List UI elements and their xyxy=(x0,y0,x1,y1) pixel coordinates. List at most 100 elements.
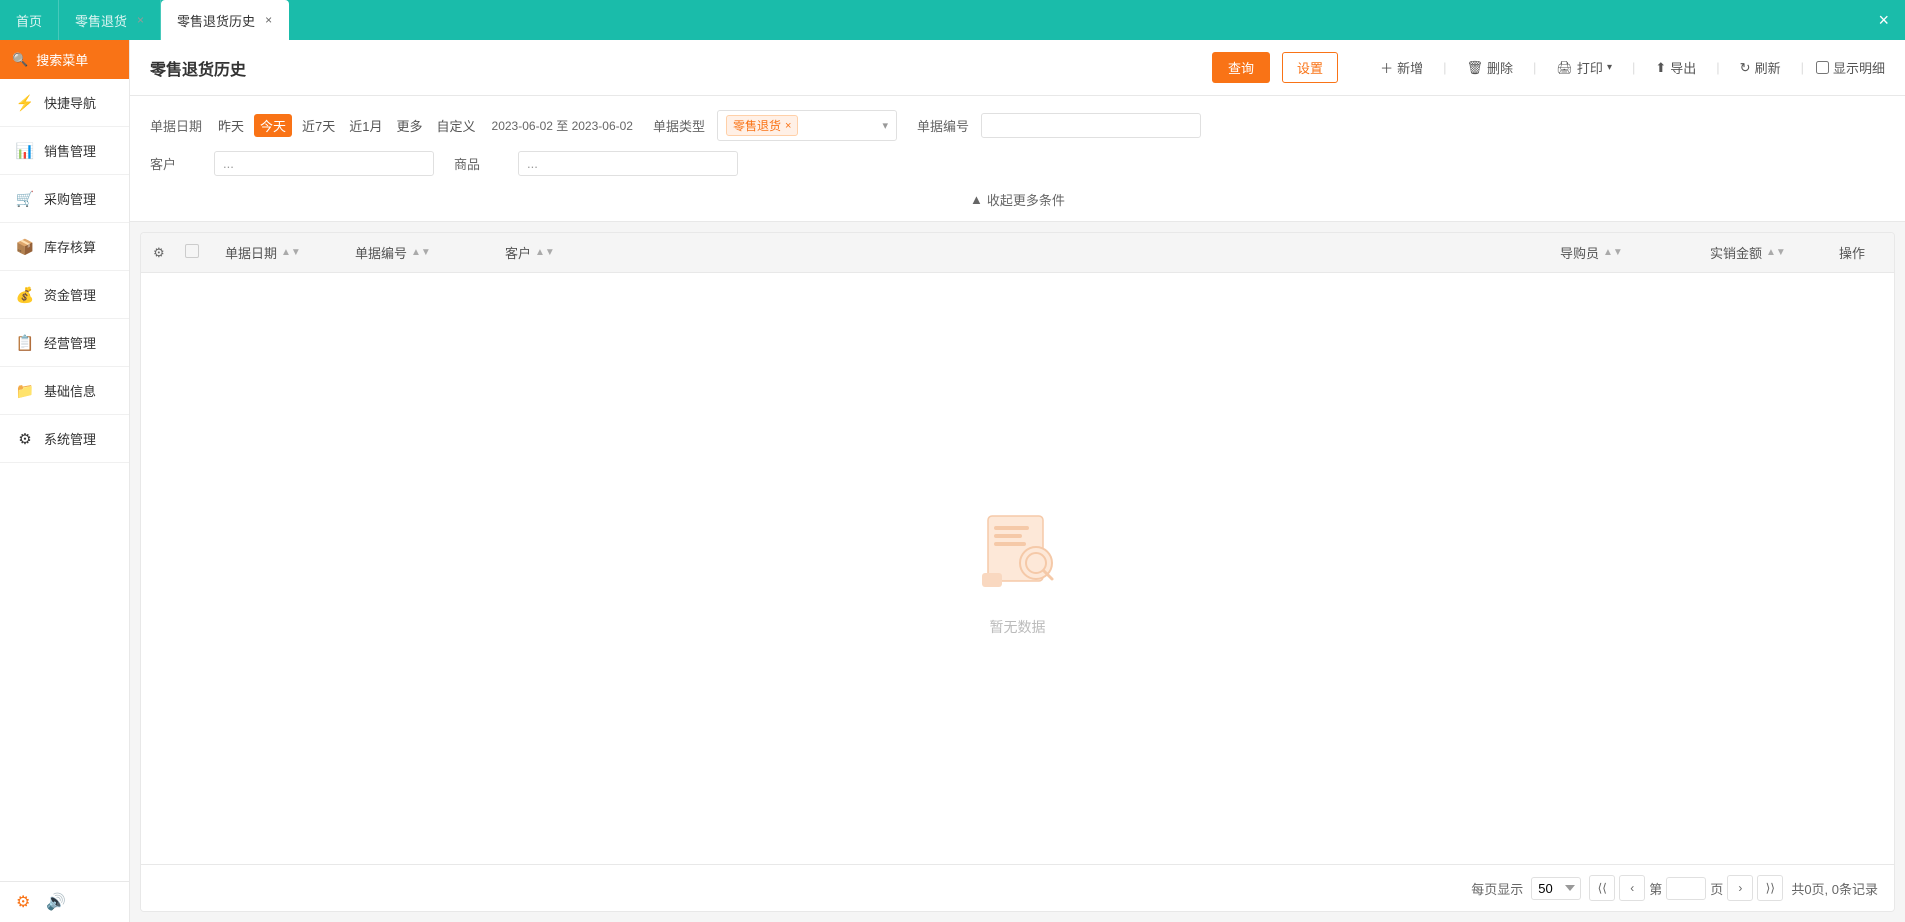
sidebar-item-quick-nav-label: 快捷导航 xyxy=(44,93,96,112)
tab-retail-return-history[interactable]: 零售退货历史 × xyxy=(161,0,289,40)
divider2: | xyxy=(1533,60,1536,75)
sidebar-item-capital-label: 资金管理 xyxy=(44,285,96,304)
inventory-calc-icon: 📦 xyxy=(16,238,34,256)
date-opt-today[interactable]: 今天 xyxy=(254,114,292,137)
sidebar-item-capital-mgmt[interactable]: 💰 资金管理 xyxy=(0,271,129,319)
export-label: 导出 xyxy=(1670,58,1696,77)
th-amount[interactable]: 实销金额 ▲▼ xyxy=(1702,243,1822,262)
sidebar-item-sys-mgmt[interactable]: ⚙ 系统管理 xyxy=(0,415,129,463)
export-button[interactable]: ⬆ 导出 xyxy=(1647,54,1704,81)
sidebar-item-purchase-mgmt[interactable]: 🛒 采购管理 xyxy=(0,175,129,223)
tab-home[interactable]: 首页 xyxy=(0,0,59,40)
collapse-up-icon: ▲ xyxy=(970,192,983,207)
sidebar-search[interactable]: 🔍 搜索菜单 xyxy=(0,40,129,79)
goods-placeholder: ... xyxy=(527,156,538,171)
purchase-mgmt-icon: 🛒 xyxy=(16,190,34,208)
print-button[interactable]: 🖨 打印 ▾ xyxy=(1548,54,1620,81)
th-customer-sort-icon: ▲▼ xyxy=(535,248,555,258)
page-nav: ⟨⟨ ‹ 第 1 页 › ⟩⟩ xyxy=(1589,875,1783,901)
first-page-button[interactable]: ⟨⟨ xyxy=(1589,875,1615,901)
page-actions: 查询 设置 ＋ 新增 | 🗑 删除 | 🖨 打印 ▾ | xyxy=(1212,52,1885,83)
date-opt-custom[interactable]: 自定义 xyxy=(433,114,480,137)
tab-retail-return-close[interactable]: × xyxy=(137,13,144,27)
th-ops-label: 操作 xyxy=(1839,246,1865,261)
sidebar: 🔍 搜索菜单 ⚡ 快捷导航 📊 销售管理 🛒 采购管理 📦 库存核算 💰 资金管… xyxy=(0,40,130,922)
th-amount-sort-icon: ▲▼ xyxy=(1766,248,1786,258)
refresh-label: 刷新 xyxy=(1755,58,1781,77)
table-settings-icon[interactable]: ⚙ xyxy=(153,245,185,261)
th-customer-label: 客户 xyxy=(505,243,531,262)
capital-mgmt-icon: 💰 xyxy=(16,286,34,304)
sidebar-item-sales-mgmt[interactable]: 📊 销售管理 xyxy=(0,127,129,175)
next-page-button[interactable]: › xyxy=(1727,875,1753,901)
th-number-sort-icon: ▲▼ xyxy=(411,248,431,258)
page-number-input[interactable]: 1 xyxy=(1666,877,1706,900)
window-close-button[interactable]: × xyxy=(1878,10,1889,31)
sidebar-item-inventory-label: 库存核算 xyxy=(44,237,96,256)
sidebar-item-quick-nav[interactable]: ⚡ 快捷导航 xyxy=(0,79,129,127)
th-amount-label: 实销金额 xyxy=(1710,243,1762,262)
new-button[interactable]: ＋ 新增 xyxy=(1372,54,1431,81)
tab-retail-return[interactable]: 零售退货 × xyxy=(59,0,161,40)
docnum-filter-group: 单据编号 xyxy=(917,113,1201,138)
tab-home-label: 首页 xyxy=(16,11,42,30)
th-guide-label: 导购员 xyxy=(1560,243,1599,262)
type-tag-close[interactable]: × xyxy=(785,120,791,132)
display-detail-label: 显示明细 xyxy=(1833,58,1885,77)
th-guide[interactable]: 导购员 ▲▼ xyxy=(1552,243,1702,262)
tab-retail-return-label: 零售退货 xyxy=(75,11,127,30)
refresh-button[interactable]: ↻ 刷新 xyxy=(1732,54,1789,81)
tab-retail-return-history-close[interactable]: × xyxy=(265,13,272,27)
ops-mgmt-icon: 📋 xyxy=(16,334,34,352)
content-area: 零售退货历史 查询 设置 ＋ 新增 | 🗑 删除 | 🖨 打印 ▾ xyxy=(130,40,1905,922)
top-bar-right: × xyxy=(1862,10,1905,31)
per-page-label: 每页显示 xyxy=(1471,879,1523,898)
prev-page-button[interactable]: ‹ xyxy=(1619,875,1645,901)
date-opt-7days[interactable]: 近7天 xyxy=(298,114,339,137)
pagination: 每页显示 10 20 50 100 ⟨⟨ ‹ 第 1 页 › ⟩⟩ 共0页, 0… xyxy=(141,864,1894,911)
tab-retail-return-history-label: 零售退货历史 xyxy=(177,11,255,30)
new-label: 新增 xyxy=(1397,58,1423,77)
sidebar-item-inventory-calc[interactable]: 📦 库存核算 xyxy=(0,223,129,271)
per-page-select[interactable]: 10 20 50 100 xyxy=(1531,877,1581,900)
basic-info-icon: 📁 xyxy=(16,382,34,400)
plus-icon: ＋ xyxy=(1380,58,1393,77)
th-date[interactable]: 单据日期 ▲▼ xyxy=(217,243,347,262)
settings-button[interactable]: 设置 xyxy=(1282,52,1338,83)
sidebar-item-sales-label: 销售管理 xyxy=(44,141,96,160)
page-title: 零售退货历史 xyxy=(150,56,246,80)
docnum-input[interactable] xyxy=(981,113,1201,138)
table-area: ⚙ 单据日期 ▲▼ 单据编号 ▲▼ 客户 ▲▼ 导购员 xyxy=(140,232,1895,912)
date-opt-yesterday[interactable]: 昨天 xyxy=(214,114,248,137)
last-page-button[interactable]: ⟩⟩ xyxy=(1757,875,1783,901)
query-button[interactable]: 查询 xyxy=(1212,52,1270,83)
divider5: | xyxy=(1801,60,1804,75)
empty-state-text: 暂无数据 xyxy=(990,617,1046,637)
collapse-label: 收起更多条件 xyxy=(987,190,1065,209)
settings-bottom-icon[interactable]: ⚙ xyxy=(16,892,30,912)
collapse-row: ▲ 收起更多条件 xyxy=(150,186,1885,213)
date-opt-1month[interactable]: 近1月 xyxy=(345,114,386,137)
customer-filter-group: 客户 ... xyxy=(150,151,434,176)
goods-select[interactable]: ... xyxy=(518,151,738,176)
date-opt-more[interactable]: 更多 xyxy=(393,114,427,137)
table-select-all[interactable] xyxy=(185,244,217,261)
type-select[interactable]: 零售退货 × ▾ xyxy=(717,110,897,141)
display-detail-checkbox[interactable]: 显示明细 xyxy=(1816,58,1885,77)
th-ops: 操作 xyxy=(1822,243,1882,262)
docnum-filter-label: 单据编号 xyxy=(917,116,973,135)
top-bar: 首页 零售退货 × 零售退货历史 × × xyxy=(0,0,1905,40)
sidebar-item-basic-info[interactable]: 📁 基础信息 xyxy=(0,367,129,415)
customer-select[interactable]: ... xyxy=(214,151,434,176)
total-info: 共0页, 0条记录 xyxy=(1791,879,1878,898)
volume-icon[interactable]: 🔊 xyxy=(46,892,66,912)
select-all-checkbox[interactable] xyxy=(185,244,199,258)
delete-button[interactable]: 🗑 删除 xyxy=(1458,54,1521,81)
collapse-button[interactable]: ▲ 收起更多条件 xyxy=(970,186,1065,213)
sidebar-item-ops-mgmt[interactable]: 📋 经营管理 xyxy=(0,319,129,367)
th-number[interactable]: 单据编号 ▲▼ xyxy=(347,243,497,262)
print-icon: 🖨 xyxy=(1556,60,1573,76)
th-customer[interactable]: 客户 ▲▼ xyxy=(497,243,1552,262)
display-detail-input[interactable] xyxy=(1816,61,1829,74)
type-filter-group: 单据类型 零售退货 × ▾ xyxy=(653,110,897,141)
